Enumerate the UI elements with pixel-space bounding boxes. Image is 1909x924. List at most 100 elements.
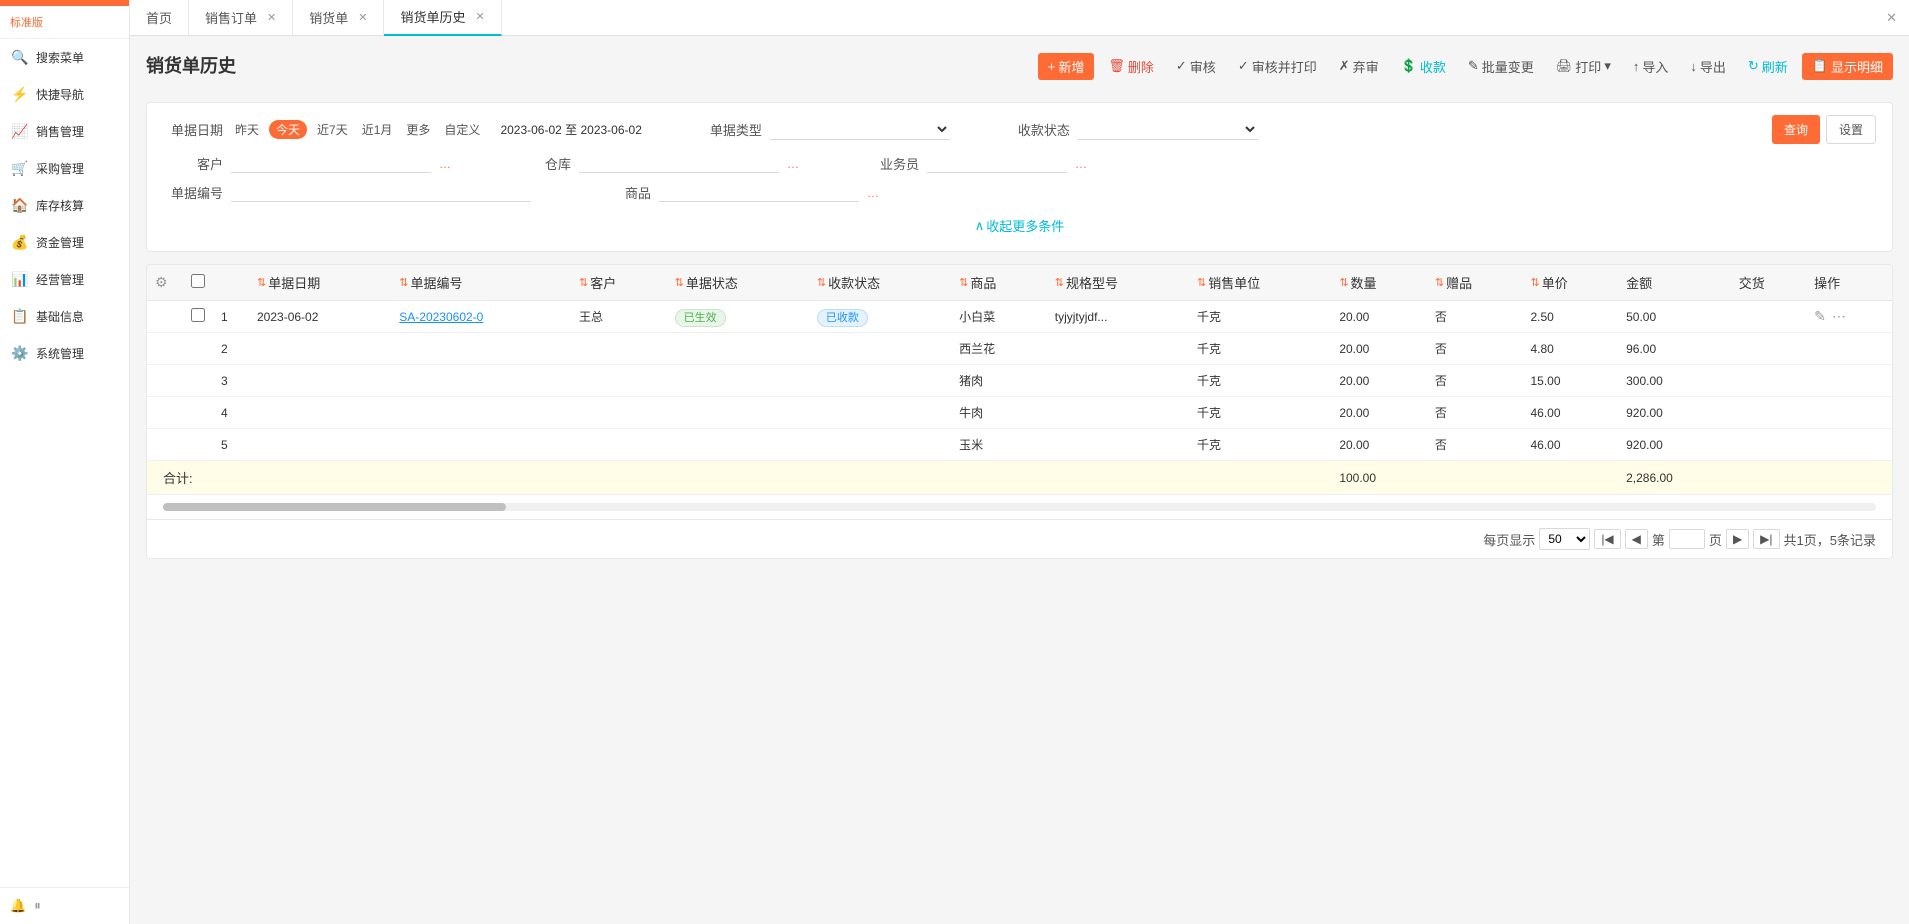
tab-sales-history[interactable]: 销货单历史 ✕ <box>384 0 501 36</box>
filter-row-3: 单据编号 商品 … <box>163 183 1876 202</box>
goods-ellipsis[interactable]: … <box>867 186 879 200</box>
td-unit-2: 千克 <box>1189 333 1331 365</box>
sidebar-bottom-icon1[interactable]: 🔔 <box>10 898 26 914</box>
tab-sales-order[interactable]: 销售订单 ✕ <box>189 0 293 36</box>
settings-button[interactable]: 设置 <box>1826 115 1876 144</box>
td-gift-5: 否 <box>1427 429 1523 461</box>
collapse-button[interactable]: ∧ 收起更多条件 <box>163 212 1876 239</box>
edit-icon-1[interactable]: ✎ <box>1814 308 1826 325</box>
print-button[interactable]: 🖨 打印 ▾ <box>1548 53 1619 80</box>
td-checkbox-1[interactable] <box>183 301 213 333</box>
th-customer[interactable]: ⇅客户 <box>571 265 667 301</box>
th-qty[interactable]: ⇅数量 <box>1331 265 1427 301</box>
audit-button[interactable]: ✓ 审核 <box>1168 53 1224 80</box>
sidebar-item-quick-nav[interactable]: ⚡ 快捷导航 <box>0 76 129 113</box>
close-sales-delivery-tab[interactable]: ✕ <box>358 11 367 24</box>
prev-page-button[interactable]: ◀ <box>1625 529 1648 549</box>
sales-person-input[interactable] <box>927 154 1067 173</box>
collect-button[interactable]: 💲 收款 <box>1393 53 1454 80</box>
date-tab-more[interactable]: 更多 <box>402 120 434 139</box>
delete-button[interactable]: 🗑 删除 <box>1100 53 1162 80</box>
td-goods-4: 牛肉 <box>951 397 1047 429</box>
select-all-checkbox[interactable] <box>191 274 205 288</box>
th-price[interactable]: ⇅单价 <box>1523 265 1619 301</box>
close-sales-order-tab[interactable]: ✕ <box>267 11 276 24</box>
payment-status-select[interactable] <box>1078 119 1258 140</box>
add-button[interactable]: + 新增 <box>1038 53 1095 80</box>
td-price-2: 4.80 <box>1523 333 1619 365</box>
td-exchange-4 <box>1731 397 1806 429</box>
customer-input[interactable] <box>231 154 431 173</box>
per-page-select[interactable]: 50 100 <box>1539 528 1590 550</box>
goods-input[interactable] <box>659 183 859 202</box>
sidebar-item-finance[interactable]: 💰 资金管理 <box>0 224 129 261</box>
th-unit[interactable]: ⇅销售单位 <box>1189 265 1331 301</box>
td-paystatus-2 <box>809 333 951 365</box>
sidebar-item-sales[interactable]: 📈 销售管理 <box>0 113 129 150</box>
td-checkbox-2 <box>183 333 213 365</box>
th-doc-status[interactable]: ⇅单据状态 <box>667 265 809 301</box>
warehouse-input[interactable] <box>579 154 779 173</box>
more-icon-1[interactable]: ⋯ <box>1832 308 1846 325</box>
audit-print-button[interactable]: ✓ 审核并打印 <box>1230 53 1325 80</box>
inventory-icon: 🏠 <box>12 198 28 214</box>
sidebar-item-basic[interactable]: 📋 基础信息 <box>0 298 129 335</box>
date-tab-today[interactable]: 今天 <box>269 120 307 139</box>
th-action: 操作 <box>1806 265 1892 301</box>
td-docno-1[interactable]: SA-20230602-0 <box>391 301 571 333</box>
export-button[interactable]: ↓ 导出 <box>1682 53 1734 80</box>
query-button[interactable]: 查询 <box>1772 115 1820 144</box>
td-docno-2 <box>391 333 571 365</box>
th-settings[interactable]: ⚙ <box>147 265 183 301</box>
quick-nav-icon: ⚡ <box>12 87 28 103</box>
next-page-button[interactable]: ▶ <box>1726 529 1749 549</box>
settings-gear-icon[interactable]: ⚙ <box>155 274 168 290</box>
tab-home[interactable]: 首页 <box>130 0 189 36</box>
th-doc-no[interactable]: ⇅单据编号 <box>391 265 571 301</box>
td-amount-4: 920.00 <box>1618 397 1731 429</box>
th-gift[interactable]: ⇅赠品 <box>1427 265 1523 301</box>
batch-change-button[interactable]: ✎ 批量变更 <box>1460 53 1542 80</box>
tab-sales-delivery[interactable]: 销货单 ✕ <box>293 0 384 36</box>
td-customer-4 <box>571 397 667 429</box>
discard-button[interactable]: ✗ 弃审 <box>1331 53 1387 80</box>
sidebar-item-inventory[interactable]: 🏠 库存核算 <box>0 187 129 224</box>
warehouse-ellipsis[interactable]: … <box>787 157 799 171</box>
close-all-tabs[interactable]: ✕ <box>1874 10 1909 26</box>
date-tab-custom[interactable]: 自定义 <box>440 120 484 139</box>
import-button[interactable]: ↑ 导入 <box>1625 53 1677 80</box>
date-tab-1month[interactable]: 近1月 <box>358 120 397 139</box>
th-date[interactable]: ⇅单据日期 <box>249 265 391 301</box>
doc-type-select[interactable] <box>770 119 950 140</box>
customer-ellipsis[interactable]: … <box>439 157 451 171</box>
date-tab-7days[interactable]: 近7天 <box>313 120 352 139</box>
th-checkbox[interactable] <box>183 265 213 301</box>
th-goods[interactable]: ⇅商品 <box>951 265 1047 301</box>
refresh-icon: ↻ <box>1748 58 1759 74</box>
tab-sales-history-label: 销货单历史 <box>400 7 465 26</box>
sales-person-ellipsis[interactable]: … <box>1075 157 1087 171</box>
sidebar-logo: 标准版 <box>0 6 129 39</box>
td-spec-3 <box>1047 365 1189 397</box>
td-unit-1: 千克 <box>1189 301 1331 333</box>
sidebar-item-purchase[interactable]: 🛒 采购管理 <box>0 150 129 187</box>
sidebar-item-system[interactable]: ⚙️ 系统管理 <box>0 335 129 372</box>
close-sales-history-tab[interactable]: ✕ <box>476 10 485 23</box>
td-index-5: 5 <box>213 429 249 461</box>
first-page-button[interactable]: |◀ <box>1594 529 1620 549</box>
sort-icon-docno: ⇅ <box>399 276 408 289</box>
last-page-button[interactable]: ▶| <box>1753 529 1779 549</box>
sidebar-item-operation[interactable]: 📊 经营管理 <box>0 261 129 298</box>
sidebar-bottom-icon2[interactable]: ⏸ <box>34 898 41 914</box>
sidebar-item-search-menu[interactable]: 🔍 搜索菜单 <box>0 39 129 76</box>
page-number-input[interactable]: 1 <box>1669 529 1705 549</box>
date-tab-yesterday[interactable]: 昨天 <box>231 120 263 139</box>
row-checkbox-1[interactable] <box>191 308 205 322</box>
doc-no-input[interactable] <box>231 183 531 202</box>
th-pay-status[interactable]: ⇅收款状态 <box>809 265 951 301</box>
show-detail-button[interactable]: 📋 显示明细 <box>1802 53 1893 80</box>
th-spec[interactable]: ⇅规格型号 <box>1047 265 1189 301</box>
refresh-button[interactable]: ↻ 刷新 <box>1740 53 1796 80</box>
horizontal-scrollbar[interactable] <box>147 495 1892 519</box>
summary-empty <box>249 461 1331 495</box>
